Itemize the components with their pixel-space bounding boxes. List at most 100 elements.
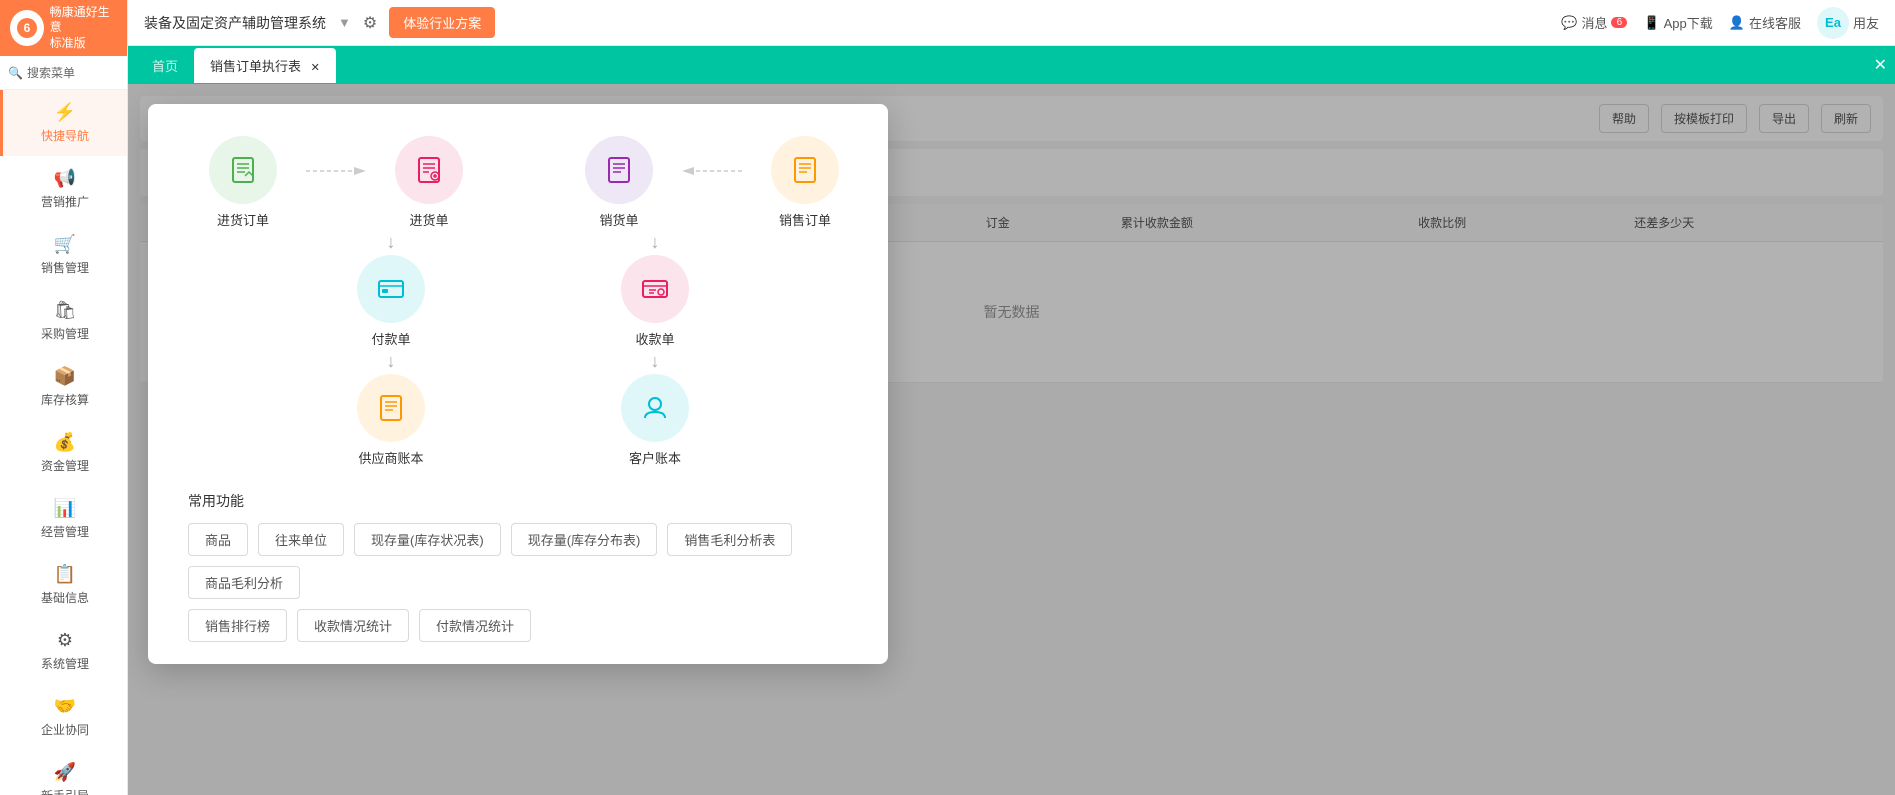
quick-nav-icon: ⚡ [54,102,76,123]
arrow-down-payment: ↓ [387,352,396,370]
flow-node-payment[interactable]: 付款单 [336,255,446,348]
online-service-item[interactable]: 👤 在线客服 [1729,13,1801,32]
message-item[interactable]: 💬 消息 6 [1561,13,1627,32]
sale-order-icon [771,136,839,204]
purchase-icon: 🛍 [54,300,77,321]
btn-stock-status[interactable]: 现存量(库存状况表) [354,523,501,556]
btn-payment-stats[interactable]: 付款情况统计 [419,609,531,642]
sidebar-item-purchase[interactable]: 🛍 采购管理 [0,288,127,354]
btn-sales-profit[interactable]: 销售毛利分析表 [667,523,792,556]
service-icon: 👤 [1729,15,1745,31]
search-icon: 🔍 [8,66,23,80]
scroll-left-icon[interactable]: ◀ [188,661,197,664]
purchase-bill-icon [395,136,463,204]
tab-sales-order[interactable]: 销售订单执行表 ✕ [194,48,336,83]
sidebar-nav: ⚡ 快捷导航 📢 营销推广 🛒 销售管理 🛍 采购管理 📦 库存核算 💰 [0,90,127,795]
btn-counterpart[interactable]: 往来单位 [258,523,344,556]
inventory-icon: 📦 [54,366,76,387]
sidebar-item-newbie[interactable]: 🚀 新手引导 [0,750,127,795]
collab-icon: 🤝 [54,696,76,717]
modal-scrollbar-row: ◀ ▶ [188,654,848,664]
flow-node-receipt[interactable]: 收款单 [600,255,710,348]
sidebar-search[interactable]: 🔍 搜索菜单 [0,56,127,90]
common-buttons-row1: 商品 往来单位 现存量(库存状况表) 现存量(库存分布表) 销售毛利分析表 商品… [188,523,848,599]
message-icon: 💬 [1561,15,1577,31]
payment-label: 付款单 [371,329,410,348]
finance-icon: 💰 [54,432,76,453]
logo-icon: 6 [10,10,44,46]
btn-product-profit[interactable]: 商品毛利分析 [188,566,300,599]
tab-bar-close-icon[interactable]: ✕ [1874,55,1887,75]
system-title: 装备及固定资产辅助管理系统 [144,13,326,33]
phone-icon: 📱 [1643,15,1659,31]
flow-node-sale-order[interactable]: 销售订单 [750,136,860,229]
tab-bar: 首页 销售订单执行表 ✕ ✕ [128,46,1895,84]
scroll-right-icon[interactable]: ▶ [839,661,848,664]
sidebar-item-collab[interactable]: 🤝 企业协同 [0,684,127,750]
purchase-order-label: 进货订单 [217,210,269,229]
arrow-order-to-bill [682,164,742,178]
sidebar-item-marketing[interactable]: 📢 营销推广 [0,156,127,222]
flow-node-sale-bill[interactable]: 销货单 [564,136,674,229]
flow-node-customer-ledger[interactable]: 客户账本 [600,374,710,467]
sidebar-item-basic-info[interactable]: 📋 基础信息 [0,552,127,618]
sale-bill-icon [585,136,653,204]
sidebar-item-inventory[interactable]: 📦 库存核算 [0,354,127,420]
main-content: 装备及固定资产辅助管理系统 ▼ ⚙ 体验行业方案 💬 消息 6 📱 App下载 … [128,0,1895,795]
arrow-down-receipt: ↓ [651,352,660,370]
customer-ledger-label: 客户账本 [629,448,681,467]
svg-text:6: 6 [23,21,30,35]
btn-sales-ranking[interactable]: 销售排行榜 [188,609,287,642]
customer-ledger-icon [621,374,689,442]
marketing-icon: 📢 [54,168,76,189]
sidebar-item-system[interactable]: ⚙ 系统管理 [0,618,127,684]
btn-stock-dist[interactable]: 现存量(库存分布表) [511,523,658,556]
purchase-order-icon [209,136,277,204]
supplier-ledger-label: 供应商账本 [358,448,423,467]
sale-bill-label: 销货单 [599,210,638,229]
logo-area: 6 畅康通好生意 标准版 [0,0,127,56]
user-item[interactable]: Ea 用友 [1817,7,1879,39]
dropdown-arrow-icon[interactable]: ▼ [338,15,351,30]
arrow-down-sale: ↓ [651,233,660,251]
modal-overlay: 进货订单 [128,84,1895,795]
gear-icon[interactable]: ⚙ [363,13,377,33]
sidebar-item-operations[interactable]: 📊 经营管理 [0,486,127,552]
sales-icon: 🛒 [54,234,76,255]
sidebar-item-quick-nav[interactable]: ⚡ 快捷导航 [0,90,127,156]
system-icon: ⚙ [57,630,73,651]
newbie-icon: 🚀 [54,762,76,783]
arrow-down-purchase: ↓ [387,233,396,251]
message-badge: 6 [1611,17,1627,28]
flow-node-purchase-bill[interactable]: 进货单 [374,136,484,229]
tab-close-icon[interactable]: ✕ [311,62,320,74]
supplier-ledger-icon [357,374,425,442]
avatar: Ea [1817,7,1849,39]
flow-diagram: 进货订单 [188,136,848,467]
receipt-label: 收款单 [635,329,674,348]
common-functions-section: 常用功能 商品 往来单位 现存量(库存状况表) 现存量(库存分布表) 销售毛利分… [188,491,848,642]
tab-home[interactable]: 首页 [136,48,194,83]
header-right: 💬 消息 6 📱 App下载 👤 在线客服 Ea 用友 [1561,7,1879,39]
flow-node-supplier-ledger[interactable]: 供应商账本 [336,374,446,467]
top-header: 装备及固定资产辅助管理系统 ▼ ⚙ 体验行业方案 💬 消息 6 📱 App下载 … [128,0,1895,46]
payment-icon [357,255,425,323]
app-download-item[interactable]: 📱 App下载 [1643,13,1712,32]
arrow-purchase-to-bill [306,164,366,178]
receipt-icon [621,255,689,323]
basic-info-icon: 📋 [54,564,76,585]
sidebar-item-finance[interactable]: 💰 资金管理 [0,420,127,486]
experience-button[interactable]: 体验行业方案 [389,7,495,38]
sale-order-label: 销售订单 [779,210,831,229]
common-functions-title: 常用功能 [188,491,848,511]
purchase-bill-label: 进货单 [409,210,448,229]
btn-receipt-stats[interactable]: 收款情况统计 [297,609,409,642]
sidebar-item-sales[interactable]: 🛒 销售管理 [0,222,127,288]
page-area: 帮助 按模板打印 导出 刷新 📅 单据状态 查询 设置 展开多条件 [128,84,1895,795]
flow-node-purchase-order[interactable]: 进货订单 [188,136,298,229]
operations-icon: 📊 [54,498,76,519]
common-buttons-row2: 销售排行榜 收款情况统计 付款情况统计 [188,609,848,642]
logo-text: 畅康通好生意 标准版 [50,5,117,52]
btn-product[interactable]: 商品 [188,523,248,556]
modal-dialog: 进货订单 [148,104,888,664]
